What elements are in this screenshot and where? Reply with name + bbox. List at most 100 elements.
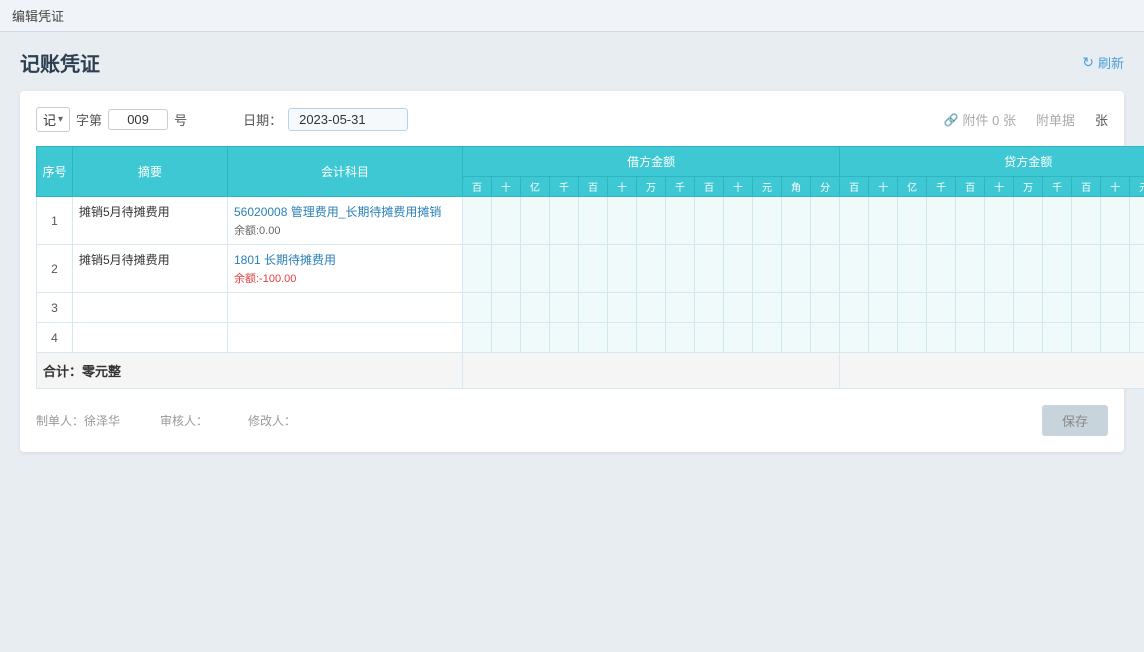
debit-cell-r3-c7[interactable] (666, 293, 695, 323)
debit-cell-r1-c4[interactable] (579, 197, 608, 245)
debit-cell-r1-c2[interactable] (521, 197, 550, 245)
credit-cell-r3-c3[interactable] (927, 293, 956, 323)
credit-cell-r1-c10[interactable] (1130, 197, 1144, 245)
credit-cell-r4-c8[interactable] (1072, 323, 1101, 353)
credit-cell-r2-c1[interactable] (869, 245, 898, 293)
row-account-3[interactable] (228, 293, 463, 323)
debit-cell-r3-c8[interactable] (695, 293, 724, 323)
debit-cell-r3-c1[interactable] (492, 293, 521, 323)
credit-cell-r2-c5[interactable] (985, 245, 1014, 293)
row-account-2[interactable]: 1801 长期待摊费用余额:-100.00 (228, 245, 463, 293)
credit-cell-r3-c4[interactable] (956, 293, 985, 323)
attach-single-link[interactable]: 附单据 (1036, 110, 1075, 129)
credit-cell-r1-c5[interactable] (985, 197, 1014, 245)
credit-cell-r3-c10[interactable] (1130, 293, 1144, 323)
row-account-4[interactable] (228, 323, 463, 353)
debit-cell-r1-c12[interactable] (811, 197, 840, 245)
credit-cell-r2-c3[interactable] (927, 245, 956, 293)
debit-cell-r4-c2[interactable] (521, 323, 550, 353)
debit-cell-r4-c9[interactable] (724, 323, 753, 353)
credit-cell-r1-c6[interactable] (1014, 197, 1043, 245)
row-summary-1[interactable]: 摊销5月待摊费用 (73, 197, 228, 245)
debit-cell-r1-c1[interactable] (492, 197, 521, 245)
credit-cell-r1-c8[interactable] (1072, 197, 1101, 245)
debit-cell-r2-c3[interactable] (550, 245, 579, 293)
debit-cell-r4-c3[interactable] (550, 323, 579, 353)
debit-cell-r2-c8[interactable] (695, 245, 724, 293)
credit-cell-r2-c2[interactable] (898, 245, 927, 293)
debit-cell-r1-c8[interactable] (695, 197, 724, 245)
credit-cell-r2-c8[interactable] (1072, 245, 1101, 293)
credit-cell-r2-c0[interactable] (840, 245, 869, 293)
credit-cell-r4-c1[interactable] (869, 323, 898, 353)
credit-cell-r4-c0[interactable] (840, 323, 869, 353)
debit-cell-r2-c2[interactable] (521, 245, 550, 293)
debit-cell-r3-c3[interactable] (550, 293, 579, 323)
credit-cell-r2-c4[interactable] (956, 245, 985, 293)
debit-cell-r1-c11[interactable] (782, 197, 811, 245)
credit-cell-r2-c10[interactable] (1130, 245, 1144, 293)
debit-cell-r2-c11[interactable] (782, 245, 811, 293)
credit-cell-r2-c7[interactable] (1043, 245, 1072, 293)
refresh-button[interactable]: ↻ 刷新 (1082, 53, 1124, 72)
row-summary-2[interactable]: 摊销5月待摊费用 (73, 245, 228, 293)
debit-cell-r2-c1[interactable] (492, 245, 521, 293)
row-account-1[interactable]: 56020008 管理费用_长期待摊费用摊销余额:0.00 (228, 197, 463, 245)
debit-cell-r2-c10[interactable] (753, 245, 782, 293)
debit-cell-r3-c0[interactable] (463, 293, 492, 323)
credit-cell-r1-c0[interactable] (840, 197, 869, 245)
hao-input[interactable] (108, 109, 168, 130)
debit-cell-r4-c8[interactable] (695, 323, 724, 353)
credit-cell-r1-c4[interactable] (956, 197, 985, 245)
date-input[interactable] (288, 108, 408, 131)
ji-select[interactable]: 记 ▾ (36, 107, 70, 132)
debit-cell-r1-c6[interactable] (637, 197, 666, 245)
debit-cell-r4-c4[interactable] (579, 323, 608, 353)
debit-cell-r1-c10[interactable] (753, 197, 782, 245)
credit-cell-r4-c4[interactable] (956, 323, 985, 353)
credit-cell-r4-c10[interactable] (1130, 323, 1144, 353)
debit-cell-r3-c9[interactable] (724, 293, 753, 323)
debit-cell-r3-c12[interactable] (811, 293, 840, 323)
credit-cell-r3-c7[interactable] (1043, 293, 1072, 323)
debit-cell-r3-c5[interactable] (608, 293, 637, 323)
credit-cell-r1-c2[interactable] (898, 197, 927, 245)
credit-cell-r1-c1[interactable] (869, 197, 898, 245)
credit-cell-r4-c2[interactable] (898, 323, 927, 353)
row-summary-3[interactable] (73, 293, 228, 323)
credit-cell-r3-c0[interactable] (840, 293, 869, 323)
debit-cell-r1-c3[interactable] (550, 197, 579, 245)
credit-cell-r4-c7[interactable] (1043, 323, 1072, 353)
credit-cell-r1-c3[interactable] (927, 197, 956, 245)
debit-cell-r3-c10[interactable] (753, 293, 782, 323)
credit-cell-r4-c9[interactable] (1101, 323, 1130, 353)
credit-cell-r3-c1[interactable] (869, 293, 898, 323)
debit-cell-r4-c7[interactable] (666, 323, 695, 353)
credit-cell-r3-c6[interactable] (1014, 293, 1043, 323)
credit-cell-r2-c6[interactable] (1014, 245, 1043, 293)
debit-cell-r4-c12[interactable] (811, 323, 840, 353)
credit-cell-r2-c9[interactable] (1101, 245, 1130, 293)
credit-cell-r1-c9[interactable] (1101, 197, 1130, 245)
save-button[interactable]: 保存 (1042, 405, 1108, 436)
debit-cell-r2-c0[interactable] (463, 245, 492, 293)
credit-cell-r4-c6[interactable] (1014, 323, 1043, 353)
credit-cell-r4-c5[interactable] (985, 323, 1014, 353)
debit-cell-r3-c4[interactable] (579, 293, 608, 323)
debit-cell-r1-c0[interactable] (463, 197, 492, 245)
debit-cell-r2-c7[interactable] (666, 245, 695, 293)
debit-cell-r3-c11[interactable] (782, 293, 811, 323)
debit-cell-r4-c1[interactable] (492, 323, 521, 353)
debit-cell-r3-c2[interactable] (521, 293, 550, 323)
debit-cell-r2-c5[interactable] (608, 245, 637, 293)
debit-cell-r1-c7[interactable] (666, 197, 695, 245)
credit-cell-r3-c9[interactable] (1101, 293, 1130, 323)
debit-cell-r1-c5[interactable] (608, 197, 637, 245)
debit-cell-r4-c11[interactable] (782, 323, 811, 353)
debit-cell-r2-c4[interactable] (579, 245, 608, 293)
debit-cell-r4-c0[interactable] (463, 323, 492, 353)
debit-cell-r1-c9[interactable] (724, 197, 753, 245)
row-summary-4[interactable] (73, 323, 228, 353)
debit-cell-r2-c9[interactable] (724, 245, 753, 293)
credit-cell-r3-c5[interactable] (985, 293, 1014, 323)
